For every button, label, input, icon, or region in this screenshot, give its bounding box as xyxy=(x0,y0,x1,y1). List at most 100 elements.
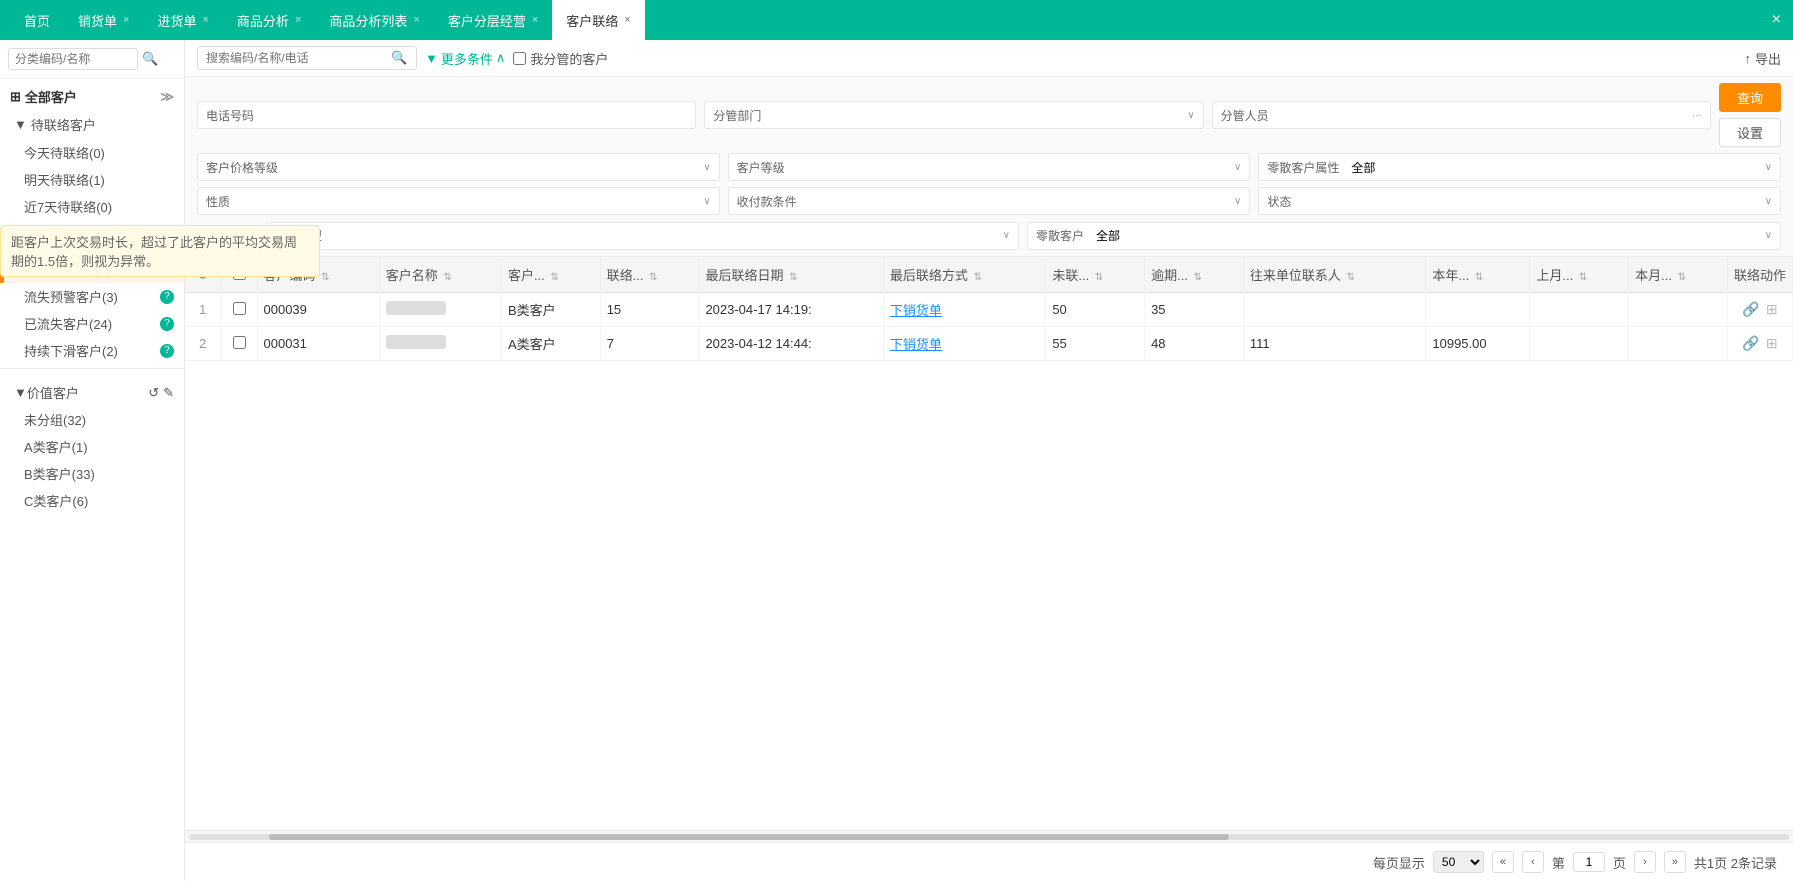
nav-customer-contact[interactable]: 客户联络 × xyxy=(552,0,644,40)
export-btn[interactable]: ↑ 导出 xyxy=(1744,49,1781,68)
sidebar-item-b-class[interactable]: B类客户(33) xyxy=(0,460,184,487)
my-customer-checkbox[interactable] xyxy=(513,52,526,65)
code-sort-icon[interactable]: ⇅ xyxy=(321,272,329,283)
close-customer-tier-icon[interactable]: × xyxy=(532,14,538,26)
col-type-header[interactable]: 客户... ⇅ xyxy=(501,257,600,293)
page-number-input[interactable] xyxy=(1573,852,1605,872)
sidebar-collapse-icon[interactable]: ≫ xyxy=(160,89,174,105)
contacts-sort-icon[interactable]: ⇅ xyxy=(1346,272,1354,283)
type-sort-icon[interactable]: ⇅ xyxy=(550,272,558,283)
row1-link-icon[interactable]: 🔗 xyxy=(1742,301,1759,318)
status-filter[interactable]: 状态 ∨ xyxy=(1258,187,1781,215)
next-page-btn[interactable]: › xyxy=(1634,851,1656,873)
sidebar-item-decline[interactable]: 持续下滑客户(2) ? xyxy=(0,337,184,364)
price-level-filter[interactable]: 客户价格等级 ∨ xyxy=(197,153,720,181)
close-product-analysis-list-icon[interactable]: × xyxy=(413,14,419,26)
row2-grid-icon[interactable]: ⊞ xyxy=(1766,335,1778,352)
name-sort-icon[interactable]: ⇅ xyxy=(443,272,451,283)
col-last-month-header[interactable]: 上月... ⇅ xyxy=(1530,257,1629,293)
sidebar-search-icon[interactable]: 🔍 xyxy=(142,51,158,67)
sidebar-item-lost-pre[interactable]: 流失预警客户(3) ? xyxy=(0,283,184,310)
filter-search-input[interactable] xyxy=(206,51,391,65)
last-page-btn[interactable]: » xyxy=(1664,851,1686,873)
person-filter[interactable]: 分管人员 ··· xyxy=(1212,101,1711,129)
sync-icon[interactable]: ↺ xyxy=(148,385,159,401)
col-name-header[interactable]: 客户名称 ⇅ xyxy=(379,257,501,293)
nav-purchase-order[interactable]: 进货单 × xyxy=(143,0,222,40)
this-year-sort-icon[interactable]: ⇅ xyxy=(1475,272,1483,283)
sidebar-item-c-class[interactable]: C类客户(6) xyxy=(0,487,184,514)
col-overdue-header[interactable]: 逾期... ⇅ xyxy=(1145,257,1244,293)
scrollbar-thumb[interactable] xyxy=(269,834,1229,840)
retail-customer-filter[interactable]: 零散客户 全部 ∨ xyxy=(1027,222,1781,250)
row2-link-icon[interactable]: 🔗 xyxy=(1742,335,1759,352)
col-contact-header[interactable]: 联络... ⇅ xyxy=(600,257,699,293)
first-page-btn[interactable]: « xyxy=(1492,851,1514,873)
customer-type-filter[interactable]: 客户类型 ∨ xyxy=(265,222,1019,250)
col-actions-header: 联络动作 xyxy=(1727,257,1792,293)
col-last-contact-method-header[interactable]: 最后联络方式 ⇅ xyxy=(883,257,1045,293)
contact-sort-icon[interactable]: ⇅ xyxy=(649,272,657,283)
col-contacts-header[interactable]: 往来单位联系人 ⇅ xyxy=(1243,257,1426,293)
row2-checkbox[interactable] xyxy=(221,327,257,361)
sidebar-item-7days[interactable]: 近7天待联络(0) xyxy=(0,193,184,220)
nav-customer-tier[interactable]: 客户分层经营 × xyxy=(434,0,552,40)
decline-info-icon[interactable]: ? xyxy=(160,344,174,358)
sidebar-item-tomorrow[interactable]: 明天待联络(1) xyxy=(0,166,184,193)
row1-grid-icon[interactable]: ⊞ xyxy=(1766,301,1778,318)
overdue-sort-icon[interactable]: ⇅ xyxy=(1194,272,1202,283)
row1-last-contact-method[interactable]: 下销货单 xyxy=(883,293,1045,327)
row1-select-checkbox[interactable] xyxy=(233,302,246,315)
col-this-month-header[interactable]: 本月... ⇅ xyxy=(1629,257,1728,293)
window-close-icon[interactable]: × xyxy=(1772,11,1781,29)
sidebar-item-today[interactable]: 今天待联络(0) xyxy=(0,139,184,166)
row1-checkbox[interactable] xyxy=(221,293,257,327)
retail-attr-filter[interactable]: 零散客户属性 全部 ∨ xyxy=(1258,153,1781,181)
horizontal-scrollbar[interactable] xyxy=(185,830,1793,842)
settings-button[interactable]: 设置 xyxy=(1719,118,1781,147)
last-contact-date-sort-icon[interactable]: ⇅ xyxy=(789,272,797,283)
last-month-sort-icon[interactable]: ⇅ xyxy=(1579,272,1587,283)
close-customer-contact-icon[interactable]: × xyxy=(624,14,630,26)
col-this-year-header[interactable]: 本年... ⇅ xyxy=(1426,257,1530,293)
sidebar-item-ungrouped[interactable]: 未分组(32) xyxy=(0,406,184,433)
more-conditions-btn[interactable]: ▼ 更多条件 ∧ xyxy=(425,49,505,68)
table-area[interactable]: ⚙ 客户编码 ⇅ 客户名称 ⇅ xyxy=(185,257,1793,830)
col-last-contact-date-header[interactable]: 最后联络日期 ⇅ xyxy=(699,257,883,293)
last-contact-method-sort-icon[interactable]: ⇅ xyxy=(974,272,982,283)
phone-filter[interactable]: 电话号码 xyxy=(197,101,696,129)
no-contact-sort-icon[interactable]: ⇅ xyxy=(1095,272,1103,283)
dept-filter[interactable]: 分管部门 ∨ xyxy=(704,101,1203,129)
lost-info-icon[interactable]: ? xyxy=(160,317,174,331)
nav-product-analysis[interactable]: 商品分析 × xyxy=(223,0,315,40)
nav-sales-order[interactable]: 销货单 × xyxy=(64,0,143,40)
all-customers-title[interactable]: ⊞ 全部客户 ≫ xyxy=(0,79,184,110)
lost-pre-info-icon[interactable]: ? xyxy=(160,290,174,304)
price-level-arrow-icon: ∨ xyxy=(703,162,710,173)
pending-contact-group-title[interactable]: ▼ 待联络客户 xyxy=(0,110,184,139)
nav-product-analysis-list[interactable]: 商品分析列表 × xyxy=(315,0,433,40)
close-purchase-order-icon[interactable]: × xyxy=(202,14,208,26)
query-button[interactable]: 查询 xyxy=(1719,83,1781,112)
row2-last-contact-method[interactable]: 下销货单 xyxy=(883,327,1045,361)
filter-search-icon[interactable]: 🔍 xyxy=(391,50,407,66)
close-sales-order-icon[interactable]: × xyxy=(123,14,129,26)
sidebar-search-input[interactable] xyxy=(8,48,138,70)
page-unit: 页 xyxy=(1613,853,1626,872)
sidebar-item-a-class[interactable]: A类客户(1) xyxy=(0,433,184,460)
nav-home[interactable]: 首页 xyxy=(10,0,64,40)
close-product-analysis-icon[interactable]: × xyxy=(295,14,301,26)
sidebar-item-lost[interactable]: 已流失客户(24) ? xyxy=(0,310,184,337)
gender-filter[interactable]: 性质 ∨ xyxy=(197,187,720,215)
payment-filter[interactable]: 收付款条件 ∨ xyxy=(728,187,1251,215)
my-customer-checkbox-area[interactable]: 我分管的客户 xyxy=(513,49,608,68)
edit-value-icon[interactable]: ✎ xyxy=(163,385,174,401)
row2-select-checkbox[interactable] xyxy=(233,336,246,349)
scrollbar-track[interactable] xyxy=(189,834,1789,840)
value-customer-title[interactable]: ▼ 价值客户 ↺ ✎ xyxy=(0,379,184,406)
per-page-select[interactable]: 50 20 100 xyxy=(1433,851,1484,873)
col-no-contact-header[interactable]: 未联... ⇅ xyxy=(1046,257,1145,293)
this-month-sort-icon[interactable]: ⇅ xyxy=(1678,272,1686,283)
customer-level-filter[interactable]: 客户等级 ∨ xyxy=(728,153,1251,181)
prev-page-btn[interactable]: ‹ xyxy=(1522,851,1544,873)
